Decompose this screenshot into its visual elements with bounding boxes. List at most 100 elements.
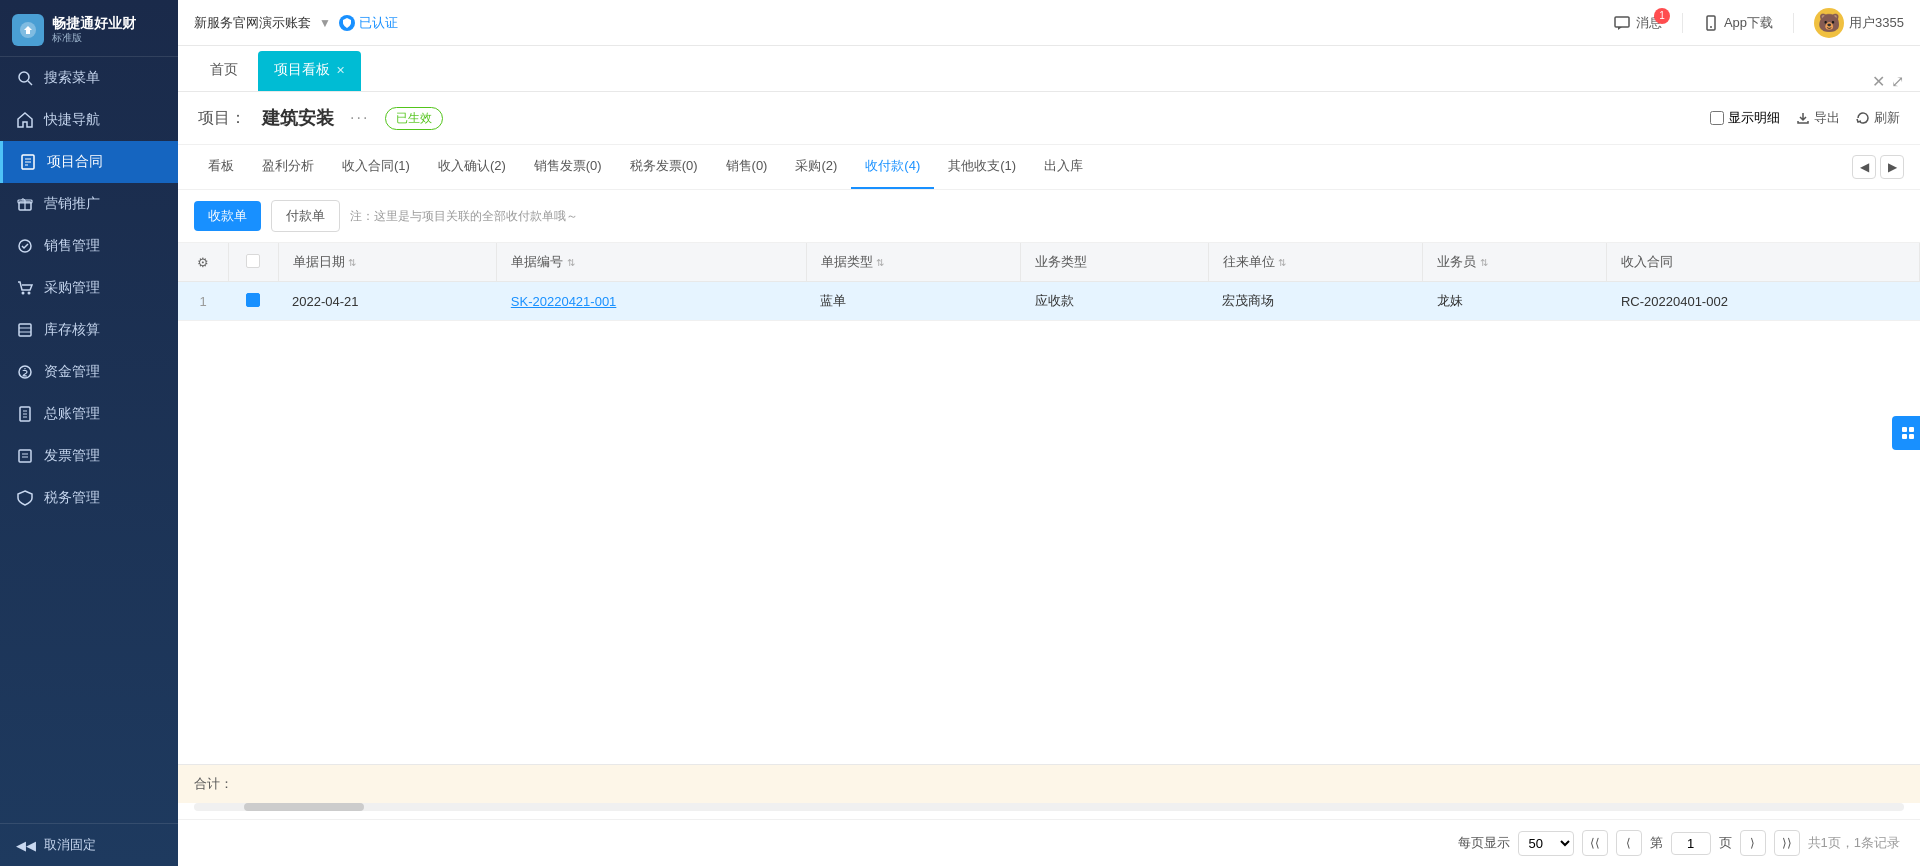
unpin-label: 取消固定 — [44, 836, 96, 854]
subtab-sales[interactable]: 销售(0) — [712, 145, 782, 189]
side-panel-tab[interactable] — [1892, 416, 1920, 450]
sidebar-item-inventory[interactable]: 库存核算 — [0, 309, 178, 351]
sort-date-icon[interactable]: ⇅ — [348, 257, 356, 268]
tab-project-board[interactable]: 项目看板 ✕ — [258, 51, 361, 91]
next-page-button[interactable]: ⟩ — [1740, 830, 1766, 856]
sort-salesperson-icon[interactable]: ⇅ — [1480, 257, 1488, 268]
sidebar-item-ledger[interactable]: 总账管理 — [0, 393, 178, 435]
col-number: 单据编号 ⇅ — [497, 243, 806, 282]
sidebar-item-tax[interactable]: 税务管理 — [0, 477, 178, 519]
sidebar-item-purchase[interactable]: 采购管理 — [0, 267, 178, 309]
row-number[interactable]: SK-20220421-001 — [497, 282, 806, 321]
sidebar-item-fund[interactable]: 资金管理 — [0, 351, 178, 393]
col-gear[interactable]: ⚙ — [178, 243, 228, 282]
page-number-input[interactable] — [1671, 832, 1711, 855]
export-icon — [1796, 111, 1810, 125]
sort-party-icon[interactable]: ⇅ — [1278, 257, 1286, 268]
refresh-icon — [1856, 111, 1870, 125]
sidebar-item-label: 快捷导航 — [44, 111, 100, 129]
purchase-icon — [16, 279, 34, 297]
horizontal-scrollbar[interactable] — [194, 803, 1904, 811]
messages-badge: 1 — [1654, 8, 1670, 24]
row-checkbox[interactable] — [228, 282, 278, 321]
app-download-label: App下载 — [1724, 14, 1773, 32]
tab-close-icon[interactable]: ✕ — [336, 64, 345, 77]
account-name: 新服务官网演示账套 — [194, 14, 311, 32]
pagination-total: 共1页，1条记录 — [1808, 834, 1900, 852]
subtab-receipts[interactable]: 收付款(4) — [851, 145, 934, 189]
subtab-prev-button[interactable]: ◀ — [1852, 155, 1876, 179]
divider2 — [1793, 13, 1794, 33]
tabbar: 首页 项目看板 ✕ ✕ ⤢ — [178, 46, 1920, 92]
svg-point-24 — [1710, 26, 1712, 28]
project-more-button[interactable]: ··· — [350, 109, 369, 127]
search-menu-icon — [16, 69, 34, 87]
cert-label: 已认证 — [359, 14, 398, 32]
sidebar-nav: 搜索菜单 快捷导航 项目合同 — [0, 57, 178, 823]
svg-point-11 — [22, 292, 25, 295]
sidebar-item-search[interactable]: 搜索菜单 — [0, 57, 178, 99]
logo-title: 畅捷通好业财 — [52, 15, 136, 32]
side-panel-icon — [1901, 426, 1915, 440]
row-index: 1 — [178, 282, 228, 321]
subtab-other-exp[interactable]: 其他收支(1) — [934, 145, 1030, 189]
phone-icon — [1703, 15, 1719, 31]
sidebar: 畅捷通好业财 标准版 搜索菜单 快捷导航 — [0, 0, 178, 866]
contract-icon — [19, 153, 37, 171]
account-dropdown-icon[interactable]: ▼ — [319, 16, 331, 30]
sidebar-unpin-button[interactable]: ◀◀ 取消固定 — [0, 823, 178, 866]
sidebar-item-quick-nav[interactable]: 快捷导航 — [0, 99, 178, 141]
settings-icon[interactable]: ⚙ — [197, 255, 209, 270]
show-detail-checkbox[interactable]: 显示明细 — [1710, 109, 1780, 127]
tab-home[interactable]: 首页 — [194, 51, 254, 91]
message-icon — [1613, 14, 1631, 32]
per-page-select[interactable]: 50 100 200 — [1518, 831, 1574, 856]
sidebar-item-label: 库存核算 — [44, 321, 100, 339]
subtab-income-contract[interactable]: 收入合同(1) — [328, 145, 424, 189]
subtab-next-button[interactable]: ▶ — [1880, 155, 1904, 179]
window-close-button[interactable]: ✕ — [1872, 72, 1885, 91]
sidebar-item-project-contract[interactable]: 项目合同 — [0, 141, 178, 183]
sort-type-icon[interactable]: ⇅ — [876, 257, 884, 268]
tab-project-board-label: 项目看板 — [274, 61, 330, 79]
subtab-purchase[interactable]: 采购(2) — [781, 145, 851, 189]
pagination: 每页显示 50 100 200 ⟨⟨ ⟨ 第 页 ⟩ ⟩⟩ 共1页，1条记录 — [178, 819, 1920, 866]
sidebar-item-sales[interactable]: 销售管理 — [0, 225, 178, 267]
export-button[interactable]: 导出 — [1796, 109, 1840, 127]
subtab-sales-invoice[interactable]: 销售发票(0) — [520, 145, 616, 189]
subtab-income-confirm[interactable]: 收入确认(2) — [424, 145, 520, 189]
messages-button[interactable]: 消息 1 — [1613, 14, 1662, 32]
subtab-stock-in-out[interactable]: 出入库 — [1030, 145, 1097, 189]
project-title: 建筑安装 — [262, 106, 334, 130]
window-maximize-button[interactable]: ⤢ — [1891, 72, 1904, 91]
scrollbar-thumb[interactable] — [244, 803, 364, 811]
subtab-profit[interactable]: 盈利分析 — [248, 145, 328, 189]
summary-label: 合计： — [194, 776, 233, 791]
sidebar-item-invoice[interactable]: 发票管理 — [0, 435, 178, 477]
subtabs: 看板 盈利分析 收入合同(1) 收入确认(2) 销售发票(0) 税务发票(0) … — [178, 145, 1920, 190]
sidebar-item-marketing[interactable]: 营销推广 — [0, 183, 178, 225]
prev-page-button[interactable]: ⟨ — [1616, 830, 1642, 856]
first-page-button[interactable]: ⟨⟨ — [1582, 830, 1608, 856]
user-menu[interactable]: 🐻 用户3355 — [1814, 8, 1904, 38]
payment-bill-button[interactable]: 付款单 — [271, 200, 340, 232]
row-party: 宏茂商场 — [1208, 282, 1422, 321]
unpin-icon: ◀◀ — [16, 838, 36, 853]
main-area: 新服务官网演示账套 ▼ 已认证 消息 1 — [178, 0, 1920, 866]
show-detail-input[interactable] — [1710, 111, 1724, 125]
select-all-checkbox[interactable] — [246, 254, 260, 268]
export-label: 导出 — [1814, 109, 1840, 127]
sidebar-item-label: 销售管理 — [44, 237, 100, 255]
sort-number-icon[interactable]: ⇅ — [567, 257, 575, 268]
subtab-kanban[interactable]: 看板 — [194, 145, 248, 189]
refresh-button[interactable]: 刷新 — [1856, 109, 1900, 127]
gift-icon — [16, 195, 34, 213]
app-download-button[interactable]: App下载 — [1703, 14, 1773, 32]
content-area: 项目： 建筑安装 ··· 已生效 显示明细 导出 — [178, 92, 1920, 866]
table-row[interactable]: 1 2022-04-21 SK-20220421-001 蓝单 应收款 宏茂商场… — [178, 282, 1920, 321]
sidebar-item-label: 项目合同 — [47, 153, 103, 171]
logo-icon — [12, 14, 44, 46]
subtab-tax-invoice[interactable]: 税务发票(0) — [616, 145, 712, 189]
receipt-bill-button[interactable]: 收款单 — [194, 201, 261, 231]
last-page-button[interactable]: ⟩⟩ — [1774, 830, 1800, 856]
